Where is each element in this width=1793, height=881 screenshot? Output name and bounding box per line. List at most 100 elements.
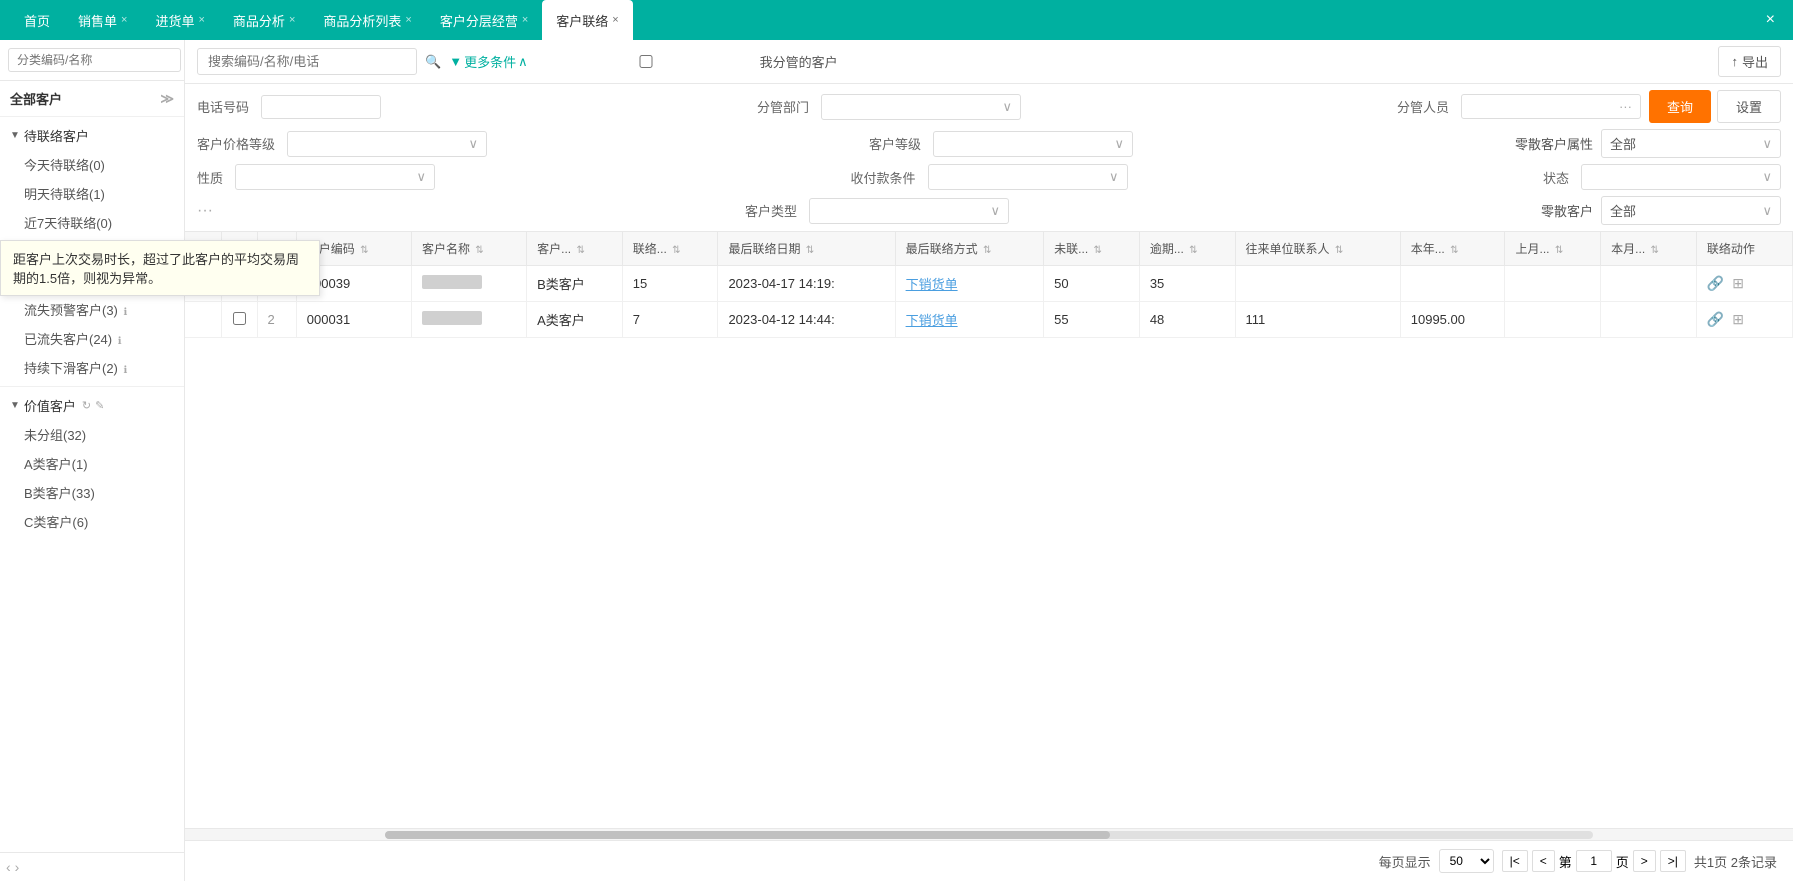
per-page-select[interactable]: 50 100 200 — [1439, 849, 1494, 873]
col-last-month[interactable]: 上月... ⇅ — [1505, 232, 1601, 266]
nav-purchase-close[interactable]: × — [198, 14, 204, 26]
churn-warning[interactable]: 流失预警客户(3) ℹ — [0, 295, 184, 324]
first-page-btn[interactable]: |< — [1502, 850, 1528, 872]
churned[interactable]: 已流失客户(24) ℹ — [0, 324, 184, 353]
nav-customer-tier-close[interactable]: × — [522, 14, 528, 26]
zero-attr-label: 零散客户属性 — [1515, 134, 1593, 153]
price-grade-select[interactable]: ∨ — [287, 131, 487, 157]
export-btn[interactable]: ↑ 导出 — [1718, 46, 1781, 77]
my-customers-label[interactable]: 我分管的客户 — [536, 52, 838, 71]
page-input[interactable] — [1576, 850, 1612, 872]
nav-analysis-list[interactable]: 商品分析列表 × — [309, 0, 425, 40]
col-contact[interactable]: 联络... ⇅ — [622, 232, 718, 266]
tree-divider — [0, 386, 184, 387]
col-uncontacted[interactable]: 未联... ⇅ — [1044, 232, 1140, 266]
nav-analysis-close[interactable]: × — [289, 14, 295, 26]
churn-warning-icon[interactable]: ℹ — [124, 307, 128, 318]
refresh-icon[interactable]: ↻ — [82, 399, 91, 412]
col-this-year[interactable]: 本年... ⇅ — [1400, 232, 1505, 266]
row-action-0: 🔗 ⊞ — [1696, 266, 1792, 302]
nature-arrow: ∨ — [417, 169, 427, 185]
today-pending[interactable]: 今天待联络(0) — [0, 150, 184, 179]
class-a[interactable]: A类客户(1) — [0, 449, 184, 478]
col-type[interactable]: 客户... ⇅ — [527, 232, 623, 266]
nature-select[interactable]: ∨ — [235, 164, 435, 190]
nav-analysis[interactable]: 商品分析 × — [219, 0, 309, 40]
more-dots-btn[interactable]: ··· — [197, 202, 213, 220]
nav-sales[interactable]: 销售单 × — [64, 0, 141, 40]
nav-home[interactable]: 首页 — [10, 0, 64, 40]
nav-customer-tier[interactable]: 客户分层经营 × — [426, 0, 542, 40]
value-customer-header[interactable]: ▼ 价值客户 ↻ ✎ — [0, 391, 184, 420]
col-last-method[interactable]: 最后联络方式 ⇅ — [895, 232, 1044, 266]
declining-icon[interactable]: ℹ — [124, 365, 128, 376]
hscroll-thumb[interactable] — [385, 831, 1110, 839]
week-pending[interactable]: 近7天待联络(0) — [0, 208, 184, 237]
col-last-date[interactable]: 最后联络日期 ⇅ — [718, 232, 895, 266]
action-grid-1[interactable]: ⊞ — [1732, 311, 1744, 328]
cust-type-select[interactable]: ∨ — [809, 198, 1009, 224]
zero-attr-value: 全部 — [1610, 134, 1636, 153]
row-overdue-1: 48 — [1139, 302, 1235, 338]
this-month-sort: ⇅ — [1651, 245, 1659, 256]
all-customers-label: 全部客户 — [10, 89, 62, 108]
class-b[interactable]: B类客户(33) — [0, 478, 184, 507]
next-page-btn[interactable]: > — [1633, 850, 1656, 872]
nav-purchase[interactable]: 进货单 × — [141, 0, 218, 40]
sidebar-prev-btn[interactable]: ‹ — [6, 859, 11, 875]
status-select[interactable]: ∨ — [1581, 164, 1781, 190]
query-btn[interactable]: 查询 — [1649, 90, 1711, 123]
sidebar-collapse-icon[interactable]: ≫ — [160, 91, 174, 107]
pending-contact-header[interactable]: ▼ 待联络客户 — [0, 121, 184, 150]
sidebar-next-btn[interactable]: › — [15, 859, 20, 875]
payment-select[interactable]: ∨ — [928, 164, 1128, 190]
sidebar-search-input[interactable] — [8, 48, 181, 72]
row-check-1[interactable] — [233, 312, 246, 325]
manager-label: 分管人员 — [1397, 97, 1449, 116]
row-last-method-0[interactable]: 下销货单 — [895, 266, 1044, 302]
manager-dots[interactable]: ··· — [1619, 99, 1632, 114]
sidebar-bottom: ‹ › — [0, 852, 184, 881]
nav-customer-contact-close[interactable]: × — [612, 14, 618, 26]
last-page-btn[interactable]: >| — [1660, 850, 1686, 872]
unclassified[interactable]: 未分组(32) — [0, 420, 184, 449]
nav-customer-contact[interactable]: 客户联络 × — [542, 0, 632, 40]
row-overdue-0: 35 — [1139, 266, 1235, 302]
zero-cust-select[interactable]: 全部 ∨ — [1601, 196, 1781, 225]
col-overdue[interactable]: 逾期... ⇅ — [1139, 232, 1235, 266]
col-name[interactable]: 客户名称 ⇅ — [411, 232, 526, 266]
declining[interactable]: 持续下滑客户(2) ℹ — [0, 353, 184, 382]
zero-attr-select[interactable]: 全部 ∨ — [1601, 129, 1781, 158]
col-unit-contact[interactable]: 往来单位联系人 ⇅ — [1235, 232, 1400, 266]
dept-select[interactable]: ∨ — [821, 94, 1021, 120]
nav-sales-close[interactable]: × — [121, 14, 127, 26]
row-checkbox-1[interactable] — [221, 302, 257, 338]
cust-grade-select[interactable]: ∨ — [933, 131, 1133, 157]
price-grade-arrow: ∨ — [469, 136, 479, 152]
main-search-input[interactable] — [197, 48, 417, 75]
edit-icon[interactable]: ✎ — [95, 399, 104, 412]
nav-analysis-list-close[interactable]: × — [405, 14, 411, 26]
churned-icon[interactable]: ℹ — [118, 336, 122, 347]
col-this-month[interactable]: 本月... ⇅ — [1601, 232, 1697, 266]
action-link-0[interactable]: 🔗 — [1707, 275, 1724, 292]
main-search-icon[interactable]: 🔍 — [425, 54, 441, 70]
action-grid-0[interactable]: ⊞ — [1732, 275, 1744, 292]
more-conditions-btn[interactable]: ▼ 更多条件 ∧ — [449, 52, 527, 71]
hscroll-bar[interactable] — [185, 828, 1793, 840]
prev-page-btn[interactable]: < — [1532, 850, 1555, 872]
my-customers-checkbox[interactable] — [536, 55, 756, 68]
row-name-0 — [411, 266, 526, 302]
action-link-1[interactable]: 🔗 — [1707, 311, 1724, 328]
settings-btn[interactable]: 设置 — [1717, 90, 1781, 123]
close-all-btn[interactable]: × — [1758, 11, 1783, 29]
manager-select[interactable]: ··· — [1461, 94, 1641, 119]
value-arrow: ▼ — [10, 400, 20, 411]
class-c[interactable]: C类客户(6) — [0, 507, 184, 536]
last-month-sort: ⇅ — [1555, 245, 1563, 256]
tomorrow-pending[interactable]: 明天待联络(1) — [0, 179, 184, 208]
phone-input[interactable] — [261, 95, 381, 119]
row-last-method-1[interactable]: 下销货单 — [895, 302, 1044, 338]
sidebar-all-customers[interactable]: 全部客户 ≫ — [0, 81, 184, 117]
row-last-month-1 — [1505, 302, 1601, 338]
